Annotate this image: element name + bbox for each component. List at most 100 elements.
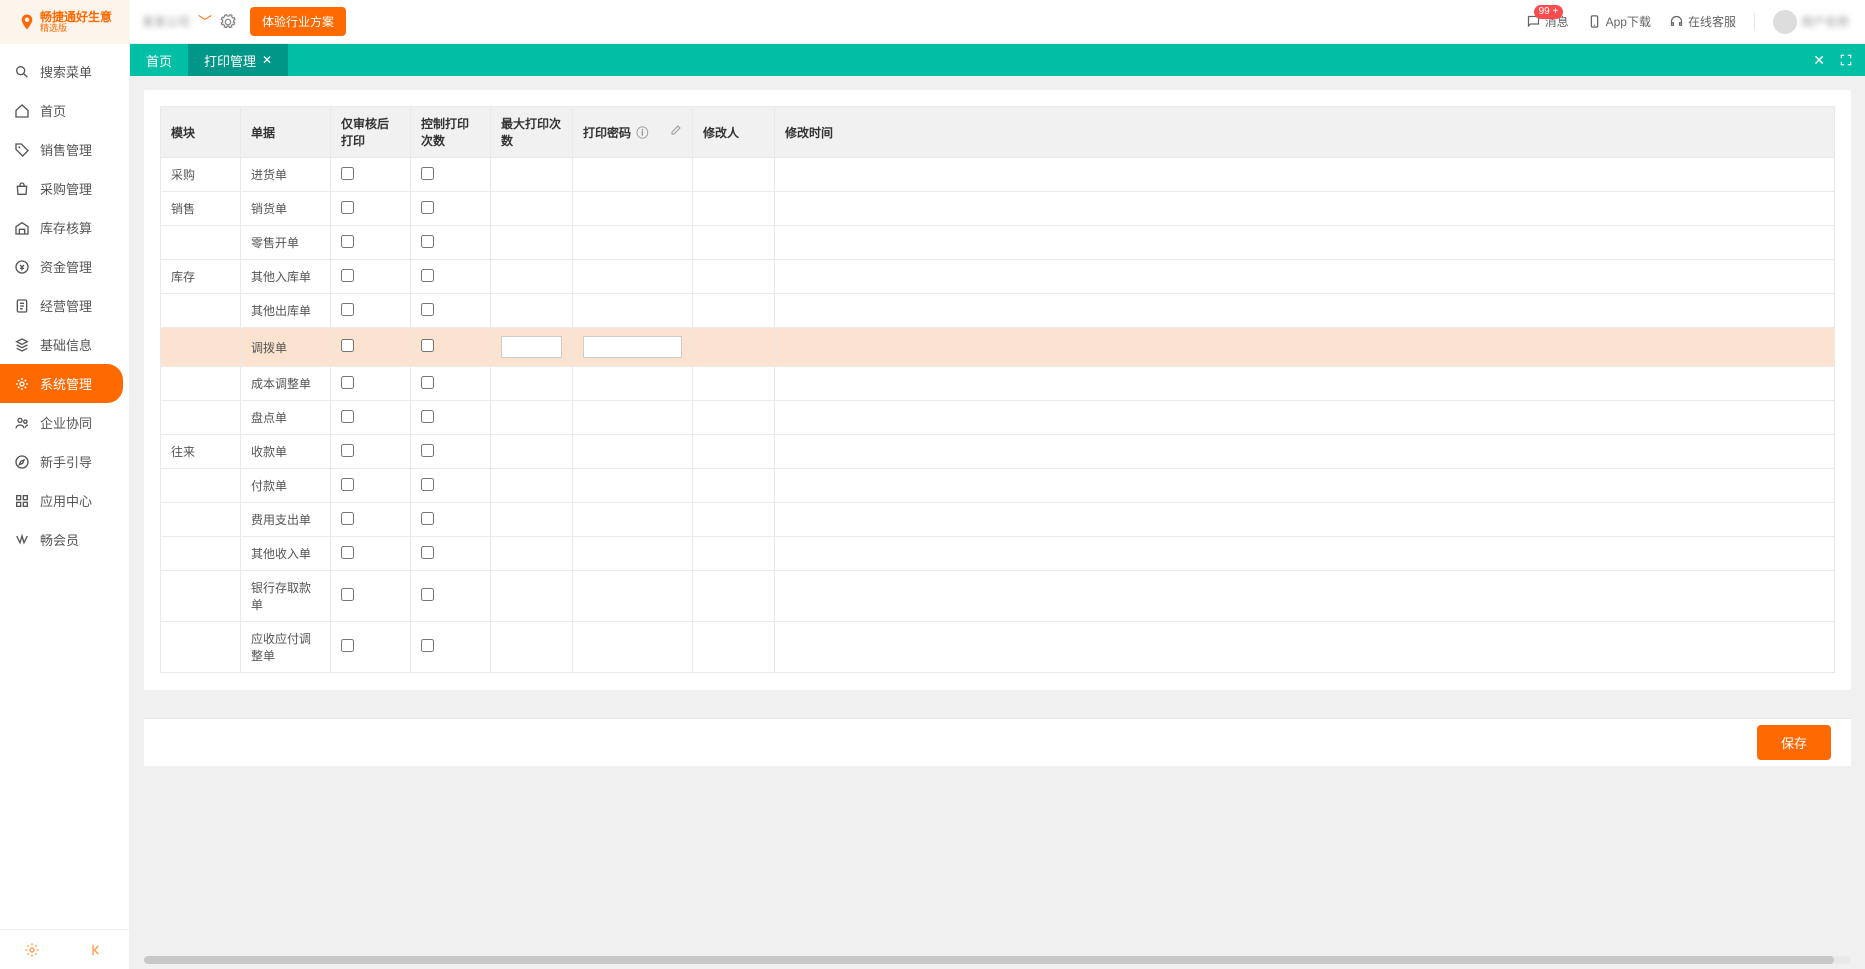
audit-only-checkbox[interactable] xyxy=(341,512,354,525)
cell-audit-only xyxy=(331,571,411,622)
cell-module xyxy=(161,571,241,622)
audit-only-checkbox[interactable] xyxy=(341,444,354,457)
sidebar-item-6[interactable]: 经营管理 xyxy=(0,286,129,325)
audit-only-checkbox[interactable] xyxy=(341,235,354,248)
cell-module xyxy=(161,622,241,673)
limit-checkbox[interactable] xyxy=(421,478,434,491)
scrollbar-track xyxy=(144,956,1851,964)
audit-only-checkbox[interactable] xyxy=(341,303,354,316)
gear-icon[interactable] xyxy=(220,14,236,30)
limit-checkbox[interactable] xyxy=(421,546,434,559)
online-service-label: 在线客服 xyxy=(1688,13,1736,30)
limit-checkbox[interactable] xyxy=(421,303,434,316)
limit-checkbox[interactable] xyxy=(421,339,434,352)
limit-checkbox[interactable] xyxy=(421,269,434,282)
sidebar-item-label: 经营管理 xyxy=(40,296,92,315)
cell-password xyxy=(573,537,693,571)
sidebar-item-12[interactable]: 畅会员 xyxy=(0,520,129,559)
cell-max xyxy=(491,537,573,571)
sidebar-item-11[interactable]: 应用中心 xyxy=(0,481,129,520)
audit-only-checkbox[interactable] xyxy=(341,167,354,180)
table-row: 采购进货单 xyxy=(161,158,1835,192)
online-service-link[interactable]: 在线客服 xyxy=(1669,13,1736,30)
sidebar-item-10[interactable]: 新手引导 xyxy=(0,442,129,481)
phone-icon xyxy=(1587,14,1602,29)
cell-audit-only xyxy=(331,158,411,192)
audit-only-checkbox[interactable] xyxy=(341,410,354,423)
org-selector[interactable]: 某某公司 ﹀ xyxy=(142,12,212,32)
sidebar-item-label: 销售管理 xyxy=(40,140,92,159)
limit-checkbox[interactable] xyxy=(421,201,434,214)
tabs-bar: 首页打印管理✕ ✕ xyxy=(130,44,1865,76)
tab-1[interactable]: 打印管理✕ xyxy=(188,44,288,76)
cell-modifier xyxy=(693,158,775,192)
limit-checkbox[interactable] xyxy=(421,376,434,389)
limit-checkbox[interactable] xyxy=(421,410,434,423)
user-name: 用户名称 xyxy=(1801,13,1849,30)
sidebar-item-2[interactable]: 销售管理 xyxy=(0,130,129,169)
audit-only-checkbox[interactable] xyxy=(341,201,354,214)
sidebar-item-label: 系统管理 xyxy=(40,374,92,393)
cell-doc: 应收应付调整单 xyxy=(241,622,331,673)
sidebar-item-label: 新手引导 xyxy=(40,452,92,471)
audit-only-checkbox[interactable] xyxy=(341,339,354,352)
table-row: 零售开单 xyxy=(161,226,1835,260)
sidebar-item-1[interactable]: 首页 xyxy=(0,91,129,130)
sidebar-item-5[interactable]: 资金管理 xyxy=(0,247,129,286)
audit-only-checkbox[interactable] xyxy=(341,639,354,652)
edit-icon[interactable] xyxy=(670,124,682,136)
cell-limit xyxy=(411,226,491,260)
limit-checkbox[interactable] xyxy=(421,639,434,652)
app-download-link[interactable]: App下载 xyxy=(1587,13,1651,30)
cell-mod-time xyxy=(775,469,1835,503)
sidebar-item-label: 搜索菜单 xyxy=(40,62,92,81)
scrollbar-thumb[interactable] xyxy=(144,956,1834,964)
audit-only-checkbox[interactable] xyxy=(341,269,354,282)
sidebar-item-9[interactable]: 企业协同 xyxy=(0,403,129,442)
audit-only-checkbox[interactable] xyxy=(341,588,354,601)
collapse-icon[interactable] xyxy=(89,942,105,958)
cell-audit-only xyxy=(331,537,411,571)
limit-checkbox[interactable] xyxy=(421,235,434,248)
sidebar-item-7[interactable]: 基础信息 xyxy=(0,325,129,364)
logo-icon xyxy=(18,13,36,31)
sidebar-item-3[interactable]: 采购管理 xyxy=(0,169,129,208)
settings-icon[interactable] xyxy=(24,942,40,958)
cell-module xyxy=(161,401,241,435)
horizontal-scrollbar[interactable] xyxy=(144,955,1851,965)
sidebar-item-label: 畅会员 xyxy=(40,530,79,549)
fullscreen-icon[interactable] xyxy=(1839,53,1853,67)
limit-checkbox[interactable] xyxy=(421,167,434,180)
sidebar-item-0[interactable]: 搜索菜单 xyxy=(0,52,129,91)
limit-checkbox[interactable] xyxy=(421,588,434,601)
close-icon[interactable]: ✕ xyxy=(262,53,272,67)
table-row: 应收应付调整单 xyxy=(161,622,1835,673)
messages-link[interactable]: 消息 99 + xyxy=(1526,13,1569,30)
sidebar-footer xyxy=(0,929,129,969)
vip-icon xyxy=(14,532,30,548)
sidebar-item-label: 基础信息 xyxy=(40,335,92,354)
sidebar-item-8[interactable]: 系统管理 xyxy=(0,364,123,403)
cell-audit-only xyxy=(331,503,411,537)
cell-limit xyxy=(411,622,491,673)
save-button[interactable]: 保存 xyxy=(1757,725,1831,760)
table-row: 往来收款单 xyxy=(161,435,1835,469)
audit-only-checkbox[interactable] xyxy=(341,376,354,389)
tab-0[interactable]: 首页 xyxy=(130,44,188,76)
user-menu[interactable]: 用户名称 xyxy=(1773,10,1849,34)
cell-module xyxy=(161,226,241,260)
password-input[interactable] xyxy=(583,336,682,358)
headset-icon xyxy=(1669,14,1684,29)
help-icon[interactable]: ⓘ xyxy=(636,126,648,140)
sidebar-item-4[interactable]: 库存核算 xyxy=(0,208,129,247)
limit-checkbox[interactable] xyxy=(421,444,434,457)
audit-only-checkbox[interactable] xyxy=(341,478,354,491)
plan-button[interactable]: 体验行业方案 xyxy=(250,7,346,36)
cell-max xyxy=(491,435,573,469)
close-all-icon[interactable]: ✕ xyxy=(1813,52,1825,69)
max-input[interactable] xyxy=(501,336,562,358)
limit-checkbox[interactable] xyxy=(421,512,434,525)
audit-only-checkbox[interactable] xyxy=(341,546,354,559)
sidebar-item-label: 首页 xyxy=(40,101,66,120)
th-doc: 单据 xyxy=(241,107,331,158)
